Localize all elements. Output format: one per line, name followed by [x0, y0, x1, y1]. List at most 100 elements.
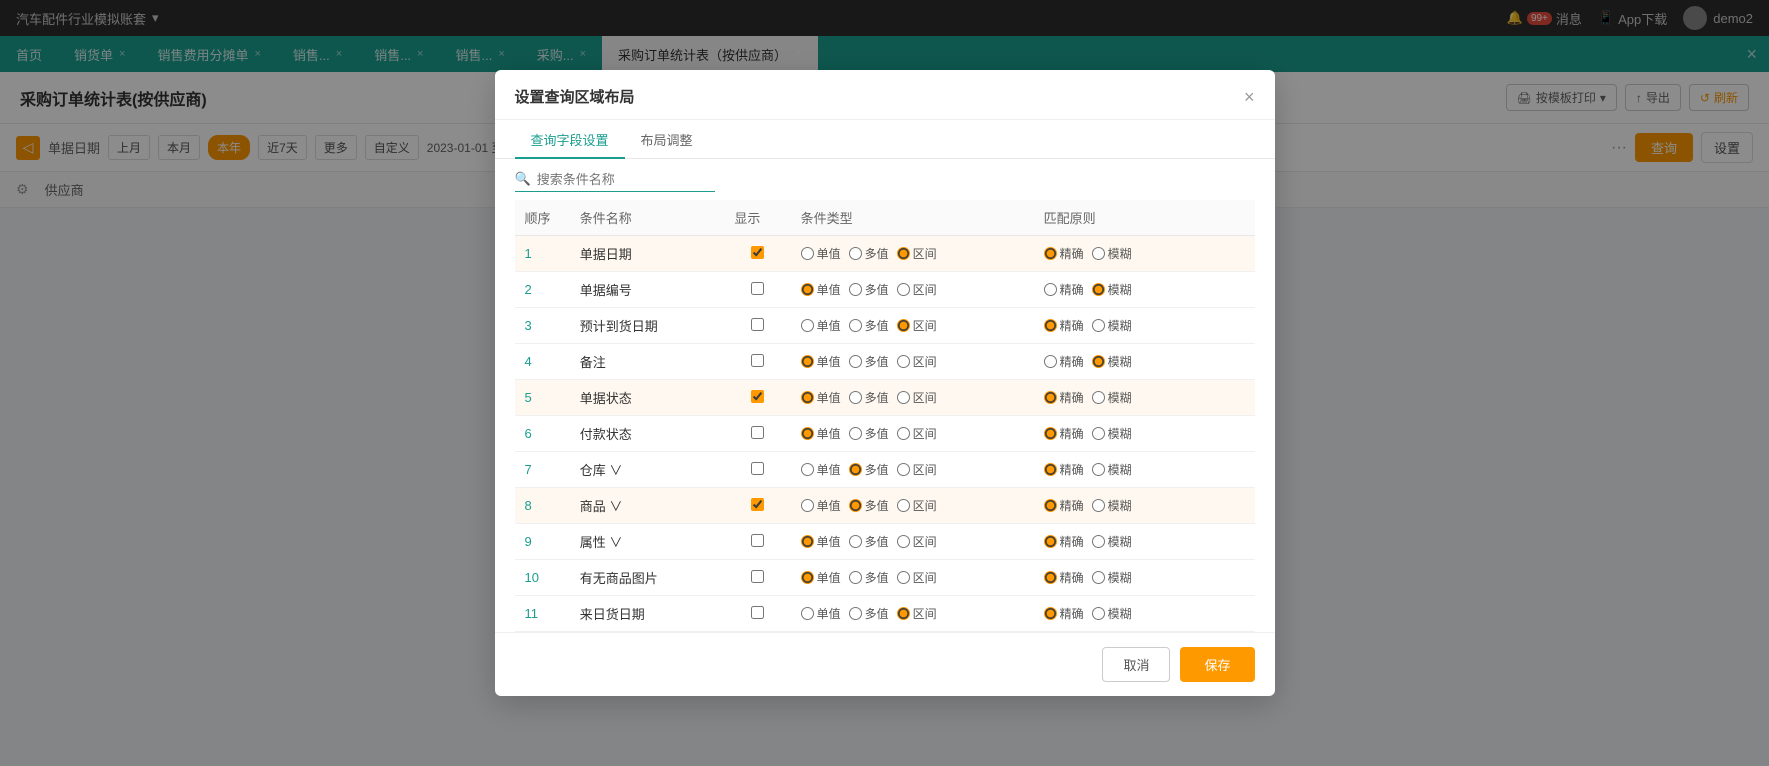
- type-option-range[interactable]: 区间: [897, 281, 937, 298]
- rule-option-exact[interactable]: 精确: [1044, 281, 1084, 298]
- cell-display[interactable]: [724, 524, 790, 560]
- cell-display[interactable]: [724, 452, 790, 488]
- type-option-range[interactable]: 区间: [897, 425, 937, 442]
- cell-type: 单值多值区间: [791, 524, 1034, 560]
- rule-option-exact[interactable]: 精确: [1044, 353, 1084, 370]
- rule-option-exact[interactable]: 精确: [1044, 497, 1084, 514]
- display-checkbox[interactable]: [751, 498, 764, 511]
- rule-option-exact[interactable]: 精确: [1044, 389, 1084, 406]
- search-input[interactable]: [537, 172, 715, 187]
- rule-option-exact[interactable]: 精确: [1044, 533, 1084, 550]
- cell-display[interactable]: [724, 308, 790, 344]
- rule-option-exact[interactable]: 精确: [1044, 569, 1084, 586]
- type-option-multi[interactable]: 多值: [849, 569, 889, 586]
- type-option-multi[interactable]: 多值: [849, 389, 889, 406]
- type-option-single[interactable]: 单值: [801, 461, 841, 478]
- th-rule: 匹配原则: [1034, 200, 1255, 236]
- type-option-range[interactable]: 区间: [897, 533, 937, 550]
- rule-option-fuzzy[interactable]: 模糊: [1092, 317, 1132, 334]
- table-row: 8商品 ∨单值多值区间精确模糊: [515, 488, 1255, 524]
- type-option-range[interactable]: 区间: [897, 497, 937, 514]
- display-checkbox[interactable]: [751, 246, 764, 259]
- table-row: 5单据状态单值多值区间精确模糊: [515, 380, 1255, 416]
- type-option-single[interactable]: 单值: [801, 317, 841, 334]
- display-checkbox[interactable]: [751, 606, 764, 619]
- cell-order: 8: [515, 488, 570, 524]
- cell-name: 备注: [570, 344, 725, 380]
- type-option-single[interactable]: 单值: [801, 245, 841, 262]
- type-option-range[interactable]: 区间: [897, 461, 937, 478]
- rule-option-fuzzy[interactable]: 模糊: [1092, 497, 1132, 514]
- rule-option-exact[interactable]: 精确: [1044, 245, 1084, 262]
- type-option-single[interactable]: 单值: [801, 533, 841, 550]
- display-checkbox[interactable]: [751, 282, 764, 295]
- cell-display[interactable]: [724, 560, 790, 596]
- type-option-single[interactable]: 单值: [801, 389, 841, 406]
- display-checkbox[interactable]: [751, 318, 764, 331]
- type-option-single[interactable]: 单值: [801, 353, 841, 370]
- rule-option-exact[interactable]: 精确: [1044, 605, 1084, 622]
- cell-name: 单据日期: [570, 236, 725, 272]
- cell-display[interactable]: [724, 596, 790, 632]
- type-option-single[interactable]: 单值: [801, 605, 841, 622]
- type-option-multi[interactable]: 多值: [849, 533, 889, 550]
- type-option-multi[interactable]: 多值: [849, 425, 889, 442]
- cell-display[interactable]: [724, 236, 790, 272]
- rule-option-fuzzy[interactable]: 模糊: [1092, 281, 1132, 298]
- display-checkbox[interactable]: [751, 426, 764, 439]
- type-option-range[interactable]: 区间: [897, 569, 937, 586]
- type-option-single[interactable]: 单值: [801, 497, 841, 514]
- rule-option-exact[interactable]: 精确: [1044, 461, 1084, 478]
- cell-type: 单值多值区间: [791, 236, 1034, 272]
- cell-type: 单值多值区间: [791, 308, 1034, 344]
- rule-option-fuzzy[interactable]: 模糊: [1092, 461, 1132, 478]
- cell-display[interactable]: [724, 272, 790, 308]
- modal-tab-layout[interactable]: 布局调整: [625, 120, 709, 159]
- save-button[interactable]: 保存: [1180, 647, 1254, 682]
- type-option-range[interactable]: 区间: [897, 605, 937, 622]
- type-option-multi[interactable]: 多值: [849, 353, 889, 370]
- type-option-range[interactable]: 区间: [897, 353, 937, 370]
- cell-display[interactable]: [724, 344, 790, 380]
- modal-tab-fields[interactable]: 查询字段设置: [515, 120, 625, 159]
- type-option-range[interactable]: 区间: [897, 317, 937, 334]
- rule-option-fuzzy[interactable]: 模糊: [1092, 389, 1132, 406]
- type-option-single[interactable]: 单值: [801, 281, 841, 298]
- cell-rule: 精确模糊: [1034, 524, 1255, 560]
- cell-display[interactable]: [724, 380, 790, 416]
- type-option-multi[interactable]: 多值: [849, 317, 889, 334]
- rule-option-fuzzy[interactable]: 模糊: [1092, 425, 1132, 442]
- type-option-multi[interactable]: 多值: [849, 605, 889, 622]
- rule-option-fuzzy[interactable]: 模糊: [1092, 245, 1132, 262]
- cell-order: 9: [515, 524, 570, 560]
- cell-rule: 精确模糊: [1034, 596, 1255, 632]
- cell-display[interactable]: [724, 416, 790, 452]
- rule-option-fuzzy[interactable]: 模糊: [1092, 605, 1132, 622]
- rule-option-fuzzy[interactable]: 模糊: [1092, 569, 1132, 586]
- search-icon: 🔍: [515, 171, 531, 187]
- display-checkbox[interactable]: [751, 354, 764, 367]
- cell-type: 单值多值区间: [791, 452, 1034, 488]
- display-checkbox[interactable]: [751, 534, 764, 547]
- rule-option-fuzzy[interactable]: 模糊: [1092, 533, 1132, 550]
- type-option-single[interactable]: 单值: [801, 425, 841, 442]
- modal-close-button[interactable]: ×: [1244, 88, 1255, 106]
- type-option-range[interactable]: 区间: [897, 389, 937, 406]
- type-option-multi[interactable]: 多值: [849, 461, 889, 478]
- type-option-range[interactable]: 区间: [897, 245, 937, 262]
- type-option-multi[interactable]: 多值: [849, 245, 889, 262]
- type-option-multi[interactable]: 多值: [849, 497, 889, 514]
- cell-display[interactable]: [724, 488, 790, 524]
- cell-name: 预计到货日期: [570, 308, 725, 344]
- modal-footer: 取消 保存: [495, 632, 1275, 696]
- rule-option-fuzzy[interactable]: 模糊: [1092, 353, 1132, 370]
- type-option-multi[interactable]: 多值: [849, 281, 889, 298]
- display-checkbox[interactable]: [751, 570, 764, 583]
- display-checkbox[interactable]: [751, 462, 764, 475]
- rule-option-exact[interactable]: 精确: [1044, 317, 1084, 334]
- type-option-single[interactable]: 单值: [801, 569, 841, 586]
- cancel-button[interactable]: 取消: [1102, 647, 1170, 682]
- conditions-table: 顺序 条件名称 显示 条件类型 匹配原则 1单据日期单值多值区间精确模糊2单据编…: [515, 200, 1255, 632]
- display-checkbox[interactable]: [751, 390, 764, 403]
- rule-option-exact[interactable]: 精确: [1044, 425, 1084, 442]
